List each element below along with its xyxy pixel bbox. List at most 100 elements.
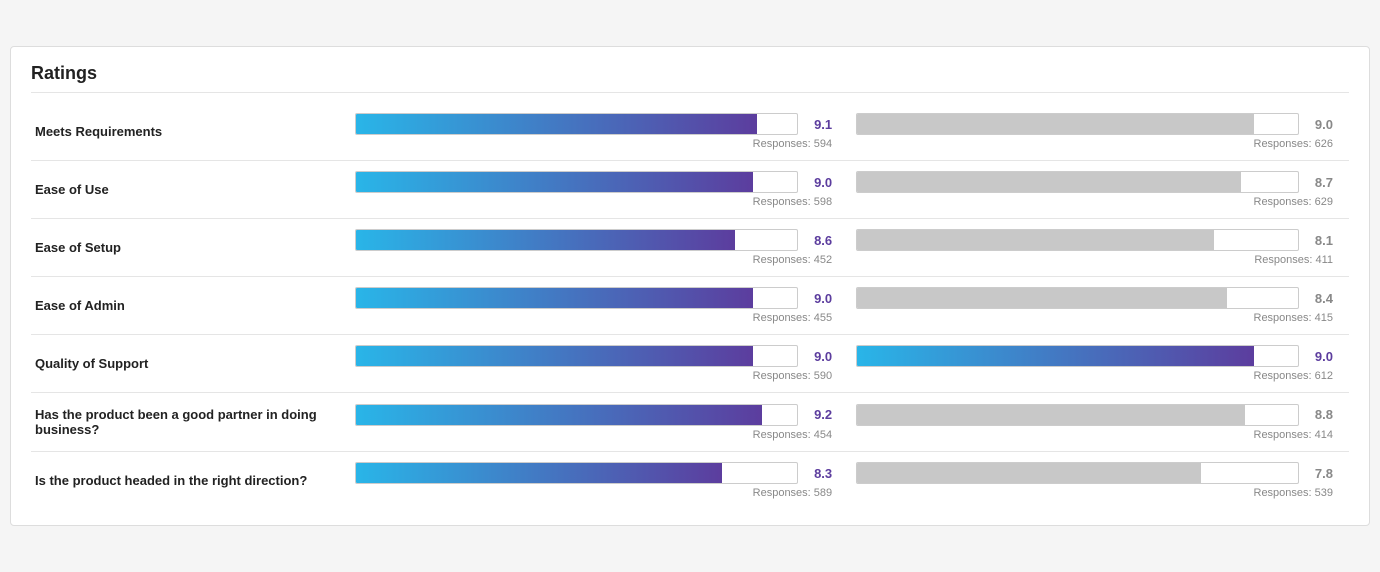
bar-wrapper: 9.0 — [355, 345, 832, 367]
table-row: Has the product been a good partner in d… — [31, 393, 1349, 452]
primary-bar-container — [355, 229, 798, 251]
secondary-score: 8.7 — [1305, 175, 1333, 190]
bar-wrapper: 9.0 — [856, 345, 1333, 367]
primary-bar-cell: 8.3 Responses: 589 — [347, 452, 848, 510]
primary-score: 8.3 — [804, 466, 832, 481]
primary-responses: Responses: 455 — [355, 312, 832, 324]
ratings-card: Ratings Meets Requirements 9.1 Responses… — [10, 46, 1370, 526]
secondary-bar-cell: 7.8 Responses: 539 — [848, 452, 1349, 510]
primary-responses: Responses: 594 — [355, 138, 832, 150]
secondary-score: 7.8 — [1305, 466, 1333, 481]
secondary-bar-fill — [857, 114, 1254, 134]
primary-bar-fill — [356, 114, 757, 134]
bar-wrapper: 9.0 — [355, 287, 832, 309]
secondary-responses: Responses: 539 — [856, 487, 1333, 499]
table-row: Meets Requirements 9.1 Responses: 594 9.… — [31, 103, 1349, 161]
secondary-responses: Responses: 411 — [856, 254, 1333, 266]
primary-responses: Responses: 589 — [355, 487, 832, 499]
ratings-table: Meets Requirements 9.1 Responses: 594 9.… — [31, 103, 1349, 509]
secondary-bar-cell: 8.8 Responses: 414 — [848, 393, 1349, 452]
secondary-bar-cell: 8.7 Responses: 629 — [848, 161, 1349, 219]
bar-wrapper: 9.0 — [856, 113, 1333, 135]
primary-bar-container — [355, 287, 798, 309]
primary-bar-fill — [356, 288, 753, 308]
row-label: Ease of Setup — [31, 219, 347, 277]
row-label: Meets Requirements — [31, 103, 347, 161]
secondary-bar-cell: 8.4 Responses: 415 — [848, 277, 1349, 335]
table-row: Ease of Use 9.0 Responses: 598 8.7 Respo… — [31, 161, 1349, 219]
primary-bar-cell: 9.0 Responses: 598 — [347, 161, 848, 219]
secondary-responses: Responses: 415 — [856, 312, 1333, 324]
row-label: Is the product headed in the right direc… — [31, 452, 347, 510]
bar-wrapper: 9.1 — [355, 113, 832, 135]
secondary-bar-fill — [857, 346, 1254, 366]
bar-wrapper: 8.3 — [355, 462, 832, 484]
primary-bar-fill — [356, 172, 753, 192]
secondary-bar-fill — [857, 405, 1245, 425]
primary-bar-cell: 9.1 Responses: 594 — [347, 103, 848, 161]
secondary-responses: Responses: 612 — [856, 370, 1333, 382]
primary-responses: Responses: 454 — [355, 429, 832, 441]
primary-bar-container — [355, 171, 798, 193]
primary-score: 9.0 — [804, 291, 832, 306]
secondary-score: 9.0 — [1305, 349, 1333, 364]
table-row: Quality of Support 9.0 Responses: 590 9.… — [31, 335, 1349, 393]
primary-bar-container — [355, 462, 798, 484]
table-row: Is the product headed in the right direc… — [31, 452, 1349, 510]
bar-wrapper: 9.2 — [355, 404, 832, 426]
secondary-bar-container — [856, 462, 1299, 484]
row-label: Ease of Use — [31, 161, 347, 219]
secondary-bar-cell: 8.1 Responses: 411 — [848, 219, 1349, 277]
row-label: Quality of Support — [31, 335, 347, 393]
secondary-score: 8.1 — [1305, 233, 1333, 248]
primary-bar-fill — [356, 463, 722, 483]
secondary-bar-cell: 9.0 Responses: 626 — [848, 103, 1349, 161]
primary-bar-cell: 9.0 Responses: 590 — [347, 335, 848, 393]
primary-bar-container — [355, 345, 798, 367]
primary-score: 8.6 — [804, 233, 832, 248]
secondary-score: 9.0 — [1305, 117, 1333, 132]
secondary-responses: Responses: 414 — [856, 429, 1333, 441]
primary-responses: Responses: 590 — [355, 370, 832, 382]
primary-bar-cell: 9.2 Responses: 454 — [347, 393, 848, 452]
bar-wrapper: 7.8 — [856, 462, 1333, 484]
table-row: Ease of Setup 8.6 Responses: 452 8.1 Res… — [31, 219, 1349, 277]
bar-wrapper: 8.8 — [856, 404, 1333, 426]
primary-bar-fill — [356, 405, 762, 425]
secondary-bar-fill — [857, 463, 1201, 483]
bar-wrapper: 8.6 — [355, 229, 832, 251]
primary-bar-cell: 8.6 Responses: 452 — [347, 219, 848, 277]
bar-wrapper: 8.4 — [856, 287, 1333, 309]
primary-score: 9.0 — [804, 175, 832, 190]
row-label: Has the product been a good partner in d… — [31, 393, 347, 452]
secondary-bar-container — [856, 229, 1299, 251]
bar-wrapper: 8.7 — [856, 171, 1333, 193]
secondary-bar-container — [856, 287, 1299, 309]
bar-wrapper: 8.1 — [856, 229, 1333, 251]
primary-responses: Responses: 598 — [355, 196, 832, 208]
secondary-bar-fill — [857, 288, 1227, 308]
secondary-bar-cell: 9.0 Responses: 612 — [848, 335, 1349, 393]
secondary-bar-container — [856, 345, 1299, 367]
primary-bar-container — [355, 404, 798, 426]
secondary-responses: Responses: 626 — [856, 138, 1333, 150]
secondary-score: 8.4 — [1305, 291, 1333, 306]
primary-score: 9.2 — [804, 407, 832, 422]
primary-responses: Responses: 452 — [355, 254, 832, 266]
bar-wrapper: 9.0 — [355, 171, 832, 193]
card-title: Ratings — [31, 63, 1349, 93]
secondary-bar-container — [856, 171, 1299, 193]
secondary-responses: Responses: 629 — [856, 196, 1333, 208]
primary-bar-cell: 9.0 Responses: 455 — [347, 277, 848, 335]
row-label: Ease of Admin — [31, 277, 347, 335]
secondary-score: 8.8 — [1305, 407, 1333, 422]
primary-score: 9.1 — [804, 117, 832, 132]
primary-bar-fill — [356, 230, 735, 250]
primary-score: 9.0 — [804, 349, 832, 364]
secondary-bar-container — [856, 113, 1299, 135]
primary-bar-container — [355, 113, 798, 135]
table-row: Ease of Admin 9.0 Responses: 455 8.4 Res… — [31, 277, 1349, 335]
secondary-bar-fill — [857, 172, 1241, 192]
primary-bar-fill — [356, 346, 753, 366]
secondary-bar-container — [856, 404, 1299, 426]
